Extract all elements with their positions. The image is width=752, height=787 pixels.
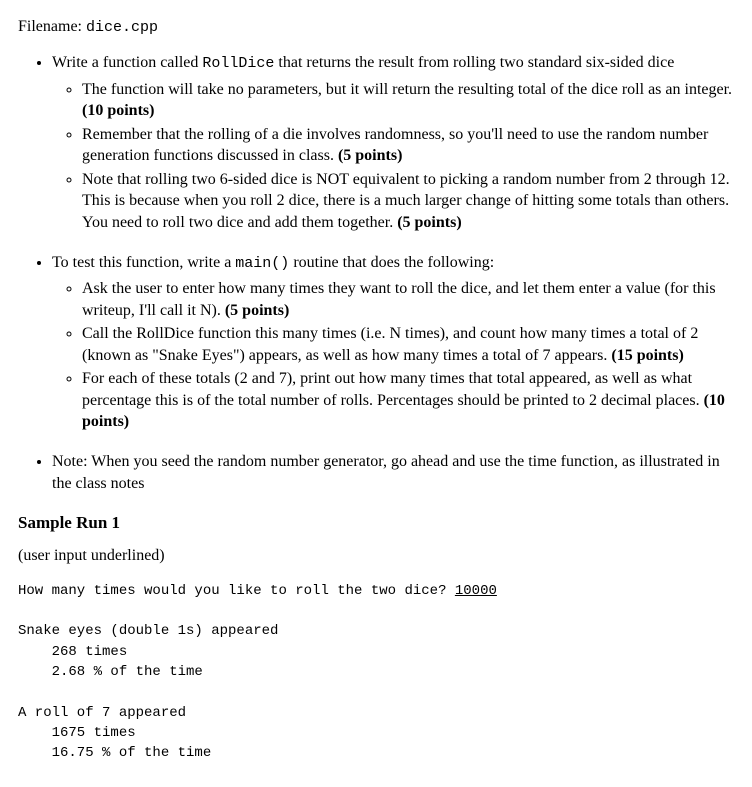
filename-line: Filename: dice.cpp <box>18 16 734 38</box>
bullet-2-prefix: To test this function, write a <box>52 254 235 271</box>
bullet-1-sub-2: Remember that the rolling of a die invol… <box>82 124 734 167</box>
filename-value: dice.cpp <box>86 19 158 36</box>
top-list: Write a function called RollDice that re… <box>18 52 734 494</box>
bullet-2-sublist: Ask the user to enter how many times the… <box>52 278 734 433</box>
bullet-2-sub-2: Call the RollDice function this many tim… <box>82 323 734 366</box>
bullet-1-suffix: that returns the result from rolling two… <box>274 54 674 71</box>
seven-line-3: 16.75 % of the time <box>18 745 211 761</box>
bullet-2: To test this function, write a main() ro… <box>52 252 734 433</box>
user-input-note: (user input underlined) <box>18 545 734 567</box>
bullet-1-sub-1-points: (10 points) <box>82 102 154 119</box>
bullet-2-sub-3-text: For each of these totals (2 and 7), prin… <box>82 370 704 409</box>
bullet-1-sub-1: The function will take no parameters, bu… <box>82 79 734 122</box>
bullet-2-sub-2-text: Call the RollDice function this many tim… <box>82 325 698 364</box>
bullet-2-suffix: routine that does the following: <box>289 254 494 271</box>
seven-line-2: 1675 times <box>18 725 136 741</box>
sample-run-heading: Sample Run 1 <box>18 512 734 535</box>
seven-line-1: A roll of 7 appeared <box>18 705 186 721</box>
sample-output-block: How many times would you like to roll th… <box>18 581 734 764</box>
bullet-2-sub-2-points: (15 points) <box>611 347 683 364</box>
user-input-value: 10000 <box>455 583 497 599</box>
snake-line-3: 2.68 % of the time <box>18 664 203 680</box>
bullet-2-sub-3: For each of these totals (2 and 7), prin… <box>82 368 734 433</box>
bullet-1-prefix: Write a function called <box>52 54 202 71</box>
bullet-1-code: RollDice <box>202 55 274 72</box>
bullet-2-code: main() <box>235 255 289 272</box>
bullet-3: Note: When you seed the random number ge… <box>52 451 734 494</box>
bullet-2-sub-1-text: Ask the user to enter how many times the… <box>82 280 716 319</box>
bullet-1-sub-3: Note that rolling two 6-sided dice is NO… <box>82 169 734 234</box>
bullet-1-sub-1-text: The function will take no parameters, bu… <box>82 81 732 98</box>
bullet-1-sub-3-points: (5 points) <box>397 214 461 231</box>
bullet-2-sub-1: Ask the user to enter how many times the… <box>82 278 734 321</box>
bullet-3-text: Note: When you seed the random number ge… <box>52 453 720 492</box>
snake-line-2: 268 times <box>18 644 127 660</box>
bullet-2-sub-1-points: (5 points) <box>225 302 289 319</box>
bullet-1: Write a function called RollDice that re… <box>52 52 734 233</box>
bullet-1-sublist: The function will take no parameters, bu… <box>52 79 734 234</box>
snake-line-1: Snake eyes (double 1s) appeared <box>18 623 278 639</box>
filename-label: Filename: <box>18 18 86 35</box>
prompt-line: How many times would you like to roll th… <box>18 583 455 599</box>
bullet-1-sub-2-points: (5 points) <box>338 147 402 164</box>
